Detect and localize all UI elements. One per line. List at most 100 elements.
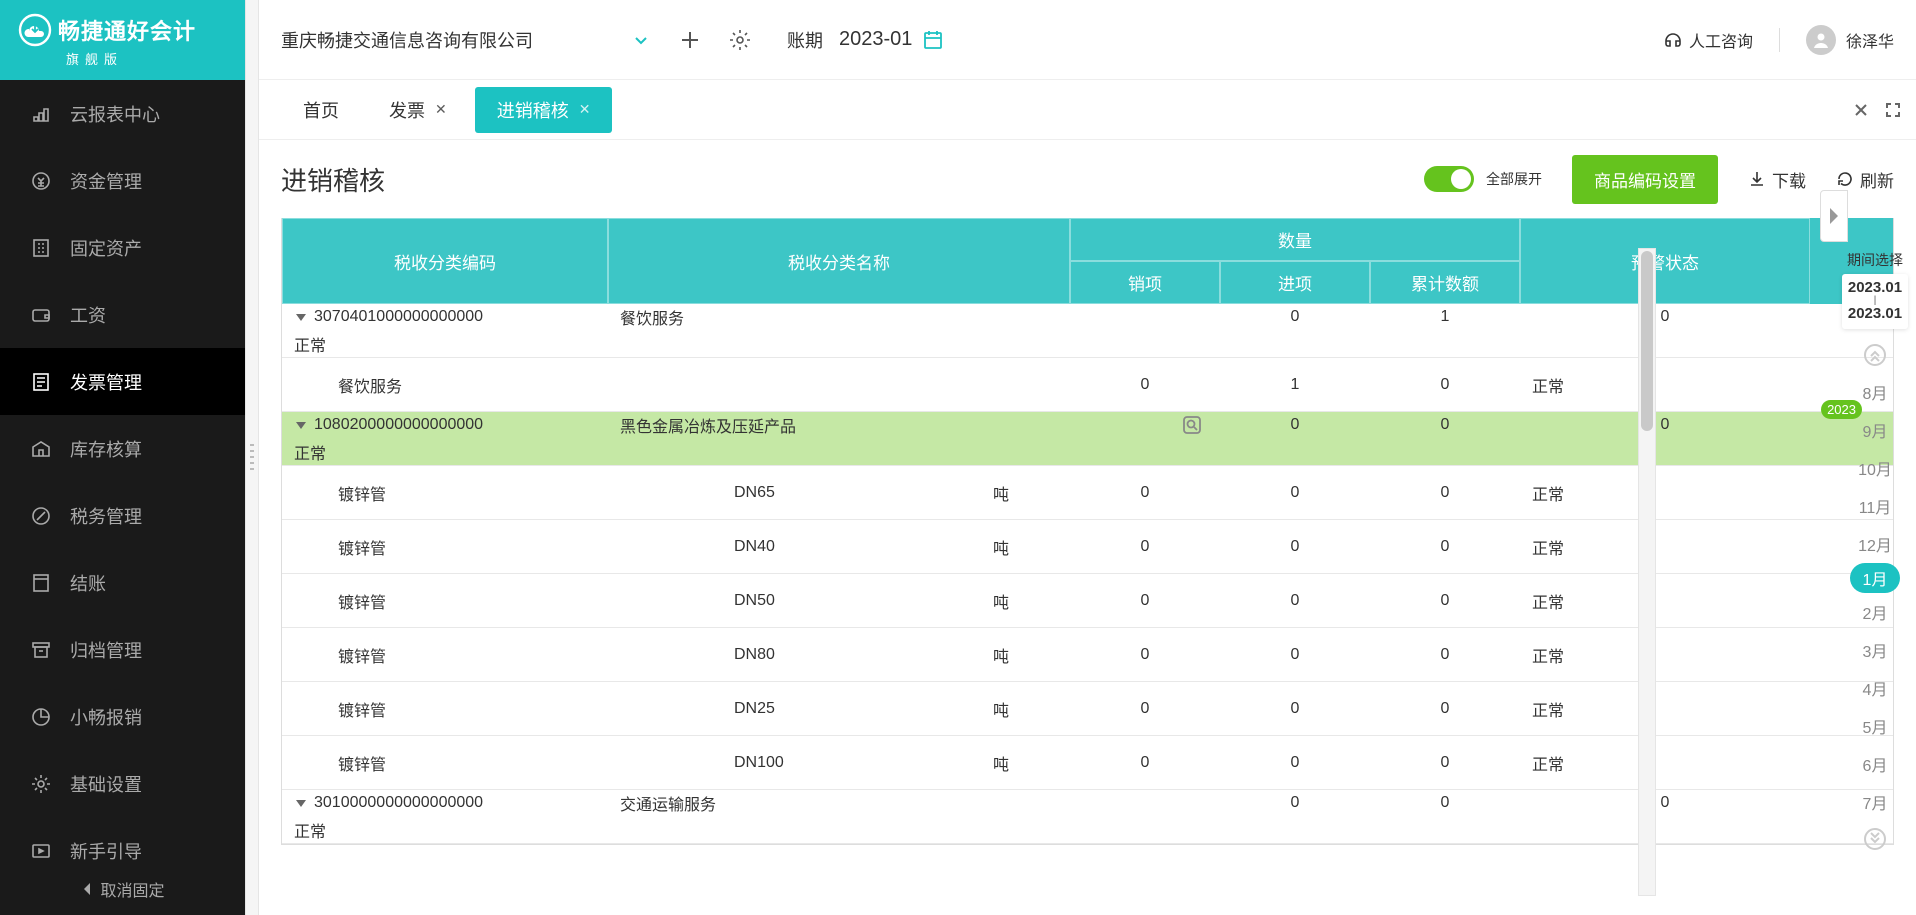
period-label: 账期 <box>787 27 823 53</box>
cell-spec: DN25 <box>722 700 932 718</box>
sidebar-item-label: 固定资产 <box>70 235 142 261</box>
rail-month-11月[interactable]: 11月 <box>1850 487 1900 525</box>
cell-unit: 吨 <box>932 481 1070 505</box>
sidebar: 畅捷通好会计 旗舰版 云报表中心资金管理固定资产工资发票管理库存核算税务管理结账… <box>0 0 245 915</box>
sidebar-item-4[interactable]: 发票管理 <box>0 348 245 415</box>
cell-name: 交通运输服务 <box>620 791 716 815</box>
search-icon[interactable] <box>1182 415 1202 435</box>
th-alert: 预警状态 <box>1520 218 1810 304</box>
sidebar-item-0[interactable]: 云报表中心 <box>0 80 245 147</box>
tab-close-icon[interactable]: ✕ <box>435 101 447 118</box>
cell-purchase: 1 <box>1220 376 1370 394</box>
tab-close-icon[interactable]: ✕ <box>579 101 591 118</box>
caret-down-icon[interactable] <box>296 422 306 429</box>
sidebar-item-6[interactable]: 税务管理 <box>0 482 245 549</box>
logo-text: 畅捷通好会计 <box>58 14 196 46</box>
chevron-down-icon[interactable] <box>631 30 651 50</box>
cell-purchase: 0 <box>1220 592 1370 610</box>
rail-scroll-up[interactable] <box>1863 343 1887 367</box>
caret-down-icon[interactable] <box>296 314 306 321</box>
cell-name: 餐饮服务 <box>620 305 684 329</box>
cell-purchase: 0 <box>1220 538 1370 556</box>
fullscreen-icon[interactable] <box>1884 101 1902 119</box>
calendar-icon[interactable] <box>922 29 944 51</box>
sidebar-resize-handle[interactable] <box>245 0 259 915</box>
sidebar-item-5[interactable]: 库存核算 <box>0 415 245 482</box>
cell-item: 镀锌管 <box>282 589 722 613</box>
expand-all-toggle[interactable] <box>1424 166 1474 192</box>
table-scrollbar[interactable] <box>1638 248 1656 896</box>
tab-0[interactable]: 首页 <box>281 87 361 133</box>
cell-alert: 正常 <box>1520 643 1810 667</box>
expand-all-label: 全部展开 <box>1486 169 1542 189</box>
th-purchase: 进项 <box>1220 261 1370 304</box>
cell-code: 3010000000000000000 <box>314 794 483 812</box>
add-icon[interactable] <box>679 29 701 51</box>
download-button[interactable]: 下载 <box>1748 167 1806 192</box>
settings-icon <box>30 773 52 795</box>
sidebar-item-label: 库存核算 <box>70 436 142 462</box>
gear-icon[interactable] <box>729 29 751 51</box>
rail-scroll-down[interactable] <box>1863 827 1887 851</box>
caret-down-icon[interactable] <box>296 800 306 807</box>
cell-alert: 正常 <box>282 440 608 464</box>
year-badge: 2023 <box>1821 400 1862 419</box>
tab-2[interactable]: 进销稽核✕ <box>475 87 613 133</box>
cell-cum: 0 <box>1370 646 1520 664</box>
rail-month-12月[interactable]: 12月 <box>1850 525 1900 563</box>
sidebar-item-7[interactable]: 结账 <box>0 549 245 616</box>
user-menu[interactable]: 徐泽华 <box>1806 25 1894 55</box>
company-selector[interactable]: 重庆畅捷交通信息咨询有限公司 <box>281 27 533 53</box>
logo-area: 畅捷通好会计 旗舰版 <box>0 0 245 80</box>
sidebar-item-1[interactable]: 资金管理 <box>0 147 245 214</box>
sidebar-item-11[interactable]: 新手引导 <box>0 817 245 863</box>
cell-unit: 吨 <box>932 589 1070 613</box>
refresh-button[interactable]: 刷新 <box>1836 167 1894 192</box>
th-sales: 销项 <box>1070 261 1220 304</box>
book-icon <box>30 572 52 594</box>
unpin-button[interactable]: 取消固定 <box>0 863 245 915</box>
rail-range[interactable]: 2023.01 | 2023.01 <box>1842 274 1908 329</box>
cell-item: 镀锌管 <box>282 481 722 505</box>
cell-alert: 正常 <box>1520 697 1810 721</box>
th-name: 税收分类名称 <box>608 218 1070 304</box>
rail-month-3月[interactable]: 3月 <box>1850 631 1900 669</box>
sidebar-item-2[interactable]: 固定资产 <box>0 214 245 281</box>
cell-sales: 0 <box>1070 484 1220 502</box>
rail-month-5月[interactable]: 5月 <box>1850 707 1900 745</box>
building-icon <box>30 237 52 259</box>
sidebar-item-8[interactable]: 归档管理 <box>0 616 245 683</box>
product-code-settings-button[interactable]: 商品编码设置 <box>1572 155 1718 204</box>
cell-sales: 0 <box>1070 376 1220 394</box>
sidebar-item-10[interactable]: 基础设置 <box>0 750 245 817</box>
consult-button[interactable]: 人工咨询 <box>1663 28 1753 52</box>
cell-cum: 0 <box>1370 592 1520 610</box>
rail-month-10月[interactable]: 10月 <box>1850 449 1900 487</box>
rail-collapse-button[interactable] <box>1820 190 1848 242</box>
cell-alert: 正常 <box>282 332 608 356</box>
report-icon <box>30 706 52 728</box>
cell-unit: 吨 <box>932 697 1070 721</box>
rail-month-7月[interactable]: 7月 <box>1850 783 1900 821</box>
sidebar-item-9[interactable]: 小畅报销 <box>0 683 245 750</box>
rail-month-1月[interactable]: 1月 <box>1850 563 1900 593</box>
cloud-report-icon <box>30 103 52 125</box>
rail-month-4月[interactable]: 4月 <box>1850 669 1900 707</box>
rail-month-6月[interactable]: 6月 <box>1850 745 1900 783</box>
tab-1[interactable]: 发票✕ <box>367 87 469 133</box>
cell-sales: 0 <box>1070 754 1220 772</box>
close-all-icon[interactable] <box>1852 101 1870 119</box>
cell-item: 镀锌管 <box>282 697 722 721</box>
cell-purchase: 0 <box>1370 416 1520 434</box>
period-value[interactable]: 2023-01 <box>839 28 912 51</box>
logo-edition: 旗舰版 <box>66 49 245 68</box>
rail-title: 期间选择 <box>1847 250 1903 270</box>
cell-spec: DN50 <box>722 592 932 610</box>
sidebar-item-label: 基础设置 <box>70 771 142 797</box>
cell-alert: 正常 <box>282 818 608 842</box>
sidebar-item-label: 工资 <box>70 302 106 328</box>
rail-month-2月[interactable]: 2月 <box>1850 593 1900 631</box>
cell-spec: DN40 <box>722 538 932 556</box>
tab-label: 首页 <box>303 97 339 123</box>
sidebar-item-3[interactable]: 工资 <box>0 281 245 348</box>
